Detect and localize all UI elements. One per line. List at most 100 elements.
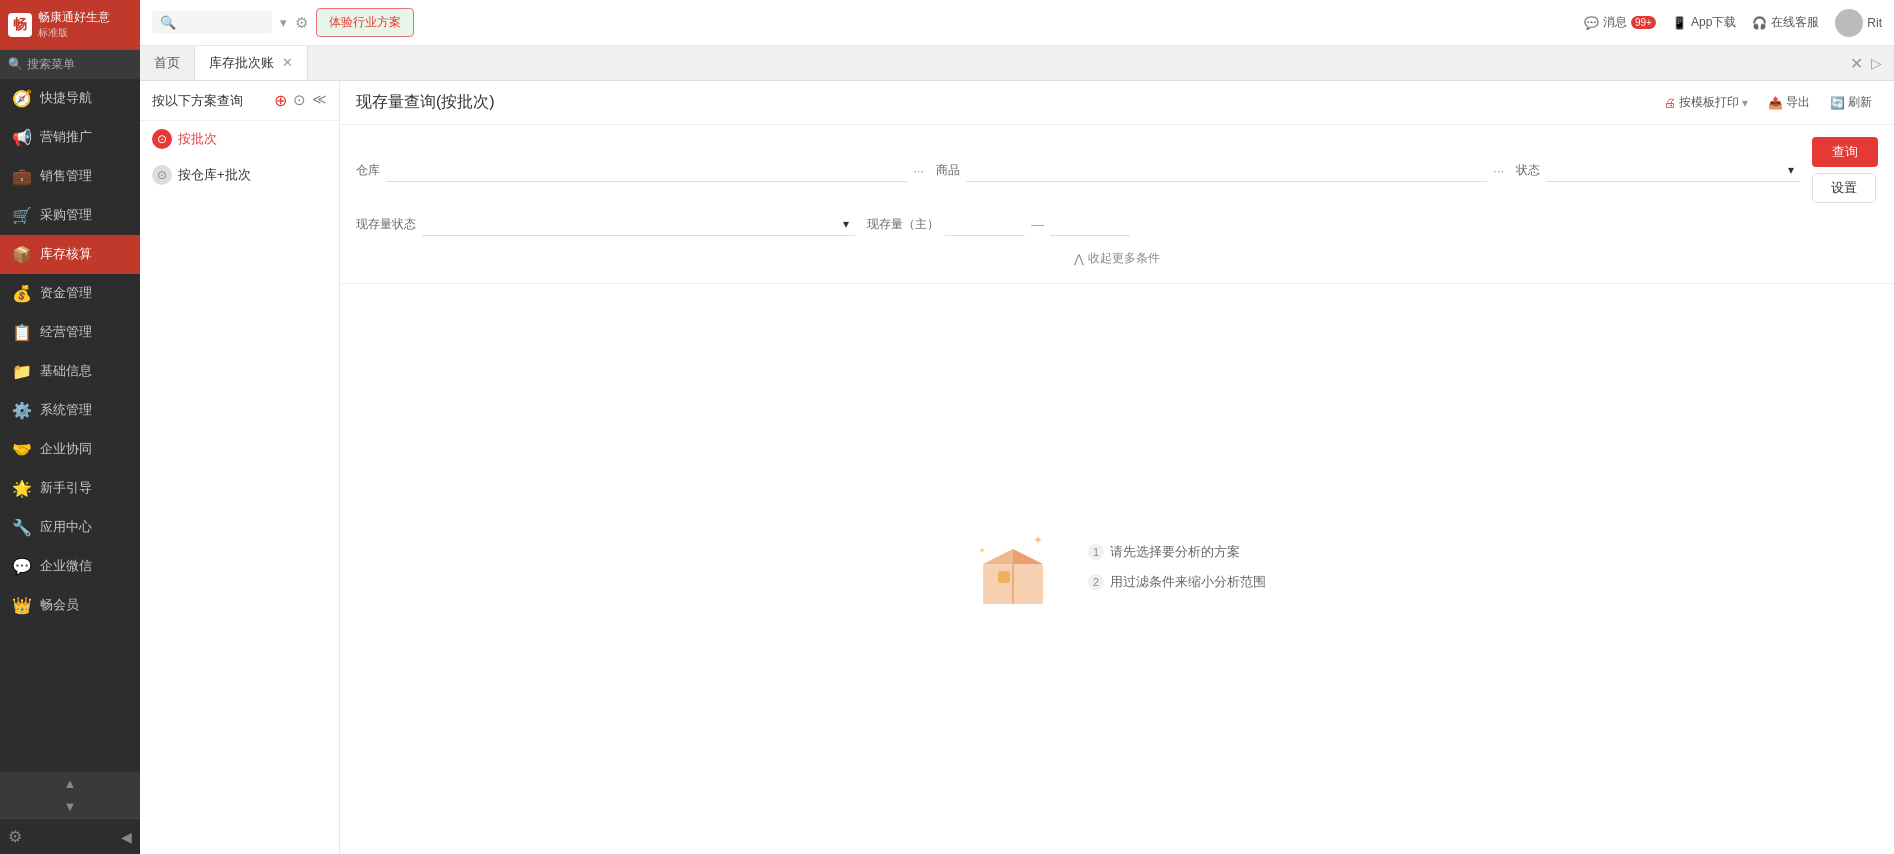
tab-area-expand-icon[interactable]: ▷ (1871, 55, 1882, 71)
left-panel: 按以下方案查询 ⊕ ⊙ ≪ ⊙ 按批次 ⊙ 按仓库+批次 (140, 81, 340, 854)
sidebar-scroll-down[interactable]: ▼ (0, 795, 140, 818)
empty-hint-2: 用过滤条件来缩小分析范围 (1110, 569, 1266, 595)
nav-label-appstore: 应用中心 (40, 518, 92, 536)
filter-area: 仓库 ··· 商品 ··· 状态 (340, 125, 1894, 284)
messages-btn[interactable]: 💬 消息 99+ (1584, 14, 1656, 31)
inventory-qty-min[interactable] (945, 213, 1025, 236)
export-btn[interactable]: 📤 导出 (1762, 91, 1816, 114)
tab-close-area: ✕ ▷ (1838, 54, 1894, 73)
page-header: 现存量查询(按批次) 🖨 按模板打印 ▾ 📤 导出 🔄 刷新 (340, 81, 1894, 125)
inventory-status-select[interactable]: ▾ (422, 213, 855, 236)
left-panel-title: 按以下方案查询 (152, 92, 243, 110)
left-panel-actions: ⊕ ⊙ ≪ (274, 91, 327, 110)
right-content: 现存量查询(按批次) 🖨 按模板打印 ▾ 📤 导出 🔄 刷新 (340, 81, 1894, 854)
app-download-btn[interactable]: 📱 App下载 (1672, 14, 1736, 31)
sidebar-footer: ⚙ ◀ (0, 818, 140, 854)
online-service-btn[interactable]: 🎧 在线客服 (1752, 14, 1819, 31)
warehouse-input[interactable] (386, 159, 907, 182)
tab-home-label: 首页 (154, 55, 180, 70)
warehouse-filter: 仓库 ··· (356, 159, 924, 182)
sidebar-item-basic[interactable]: 📁 基础信息 (0, 352, 140, 391)
topbar-settings-icon[interactable]: ⚙ (295, 14, 308, 32)
plan-settings-icon[interactable]: ⊙ (293, 91, 306, 110)
step-1-num: 1 (1088, 544, 1104, 560)
empty-hint-1: 请先选择要分析的方案 (1110, 539, 1240, 565)
collapse-panel-icon[interactable]: ≪ (312, 91, 327, 110)
product-input[interactable] (966, 159, 1487, 182)
refresh-icon: 🔄 (1830, 96, 1845, 110)
collapse-up-icon: ⋀ (1074, 252, 1084, 266)
nav-label-newbie: 新手引导 (40, 479, 92, 497)
sidebar-item-ops[interactable]: 📋 经营管理 (0, 313, 140, 352)
sidebar-item-newbie[interactable]: 🌟 新手引导 (0, 469, 140, 508)
sidebar-item-marketing[interactable]: 📢 营销推广 (0, 118, 140, 157)
product-label: 商品 (936, 162, 960, 179)
nav-icon-newbie: 🌟 (12, 479, 32, 498)
nav-icon-purchase: 🛒 (12, 206, 32, 225)
inventory-qty-max[interactable] (1050, 213, 1130, 236)
sidebar-item-appstore[interactable]: 🔧 应用中心 (0, 508, 140, 547)
inventory-status-label: 现存量状态 (356, 216, 416, 233)
plan-item-by-batch[interactable]: ⊙ 按批次 (140, 121, 339, 157)
tab-home[interactable]: 首页 (140, 46, 195, 80)
status-select[interactable]: ▾ (1546, 159, 1800, 182)
message-icon: 💬 (1584, 16, 1599, 30)
sidebar-scroll-up[interactable]: ▲ (0, 772, 140, 795)
nav-label-purchase: 采购管理 (40, 206, 92, 224)
sidebar-item-inventory[interactable]: 📦 库存核算 (0, 235, 140, 274)
nav-icon-quick-nav: 🧭 (12, 89, 32, 108)
user-name: Rit (1867, 16, 1882, 30)
warehouse-label: 仓库 (356, 162, 380, 179)
plan-item-by-warehouse-batch[interactable]: ⊙ 按仓库+批次 (140, 157, 339, 193)
sidebar-nav: 🧭 快捷导航 📢 营销推广 💼 销售管理 🛒 采购管理 📦 库存核算 💰 资金管… (0, 79, 140, 772)
nav-icon-corp: 🤝 (12, 440, 32, 459)
sidebar-item-finance[interactable]: 💰 资金管理 (0, 274, 140, 313)
plan-label-by-warehouse-batch: 按仓库+批次 (178, 166, 251, 184)
nav-label-inventory: 库存核算 (40, 245, 92, 263)
status-dropdown-icon: ▾ (1788, 163, 1794, 177)
print-btn[interactable]: 🖨 按模板打印 ▾ (1658, 91, 1754, 114)
sidebar-item-corp[interactable]: 🤝 企业协同 (0, 430, 140, 469)
sidebar-search[interactable]: 🔍 搜索菜单 (0, 50, 140, 79)
sidebar-item-member[interactable]: 👑 畅会员 (0, 586, 140, 625)
topbar-search-icon: 🔍 (160, 15, 176, 30)
sidebar-item-wechat[interactable]: 💬 企业微信 (0, 547, 140, 586)
empty-state: ✦ ✦ 1 请先选择要分析的方案 2 用过滤条件来缩小分析范围 (340, 284, 1894, 854)
inventory-status-filter: 现存量状态 ▾ (356, 213, 855, 236)
nav-icon-marketing: 📢 (12, 128, 32, 147)
nav-label-wechat: 企业微信 (40, 557, 92, 575)
sidebar-item-quick-nav[interactable]: 🧭 快捷导航 (0, 79, 140, 118)
tab-area-close-icon[interactable]: ✕ (1850, 54, 1863, 73)
product-dots[interactable]: ··· (1493, 163, 1504, 178)
topbar-dropdown-icon[interactable]: ▾ (280, 15, 287, 30)
header-actions: 🖨 按模板打印 ▾ 📤 导出 🔄 刷新 (1658, 91, 1878, 114)
inventory-qty-label: 现存量（主） (867, 216, 939, 233)
settings-icon[interactable]: ⚙ (8, 827, 22, 846)
topbar: 🔍 ▾ ⚙ 体验行业方案 💬 消息 99+ 📱 App下载 🎧 在线客服 (140, 0, 1894, 46)
refresh-btn[interactable]: 🔄 刷新 (1824, 91, 1878, 114)
tab-batch-inventory[interactable]: 库存批次账 ✕ (195, 46, 308, 80)
print-label: 按模板打印 (1679, 94, 1739, 111)
svg-rect-5 (998, 571, 1010, 583)
topbar-search-box[interactable]: 🔍 (152, 11, 272, 34)
sidebar-item-purchase[interactable]: 🛒 采购管理 (0, 196, 140, 235)
print-dropdown-icon[interactable]: ▾ (1742, 96, 1748, 110)
warehouse-dots[interactable]: ··· (913, 163, 924, 178)
empty-icon: ✦ ✦ (968, 519, 1068, 619)
action-buttons: 查询 设置 (1812, 137, 1878, 203)
plan-icon-by-batch: ⊙ (152, 129, 172, 149)
add-plan-icon[interactable]: ⊕ (274, 91, 287, 110)
collapse-sidebar-icon[interactable]: ◀ (121, 829, 132, 845)
nav-icon-inventory: 📦 (12, 245, 32, 264)
sidebar-item-sales[interactable]: 💼 销售管理 (0, 157, 140, 196)
sidebar-item-system[interactable]: ⚙️ 系统管理 (0, 391, 140, 430)
user-profile-btn[interactable]: Rit (1835, 9, 1882, 37)
phone-icon: 📱 (1672, 16, 1687, 30)
trial-btn[interactable]: 体验行业方案 (316, 8, 414, 37)
settings-button[interactable]: 设置 (1812, 173, 1876, 203)
collapse-more-btn[interactable]: ⋀ 收起更多条件 (356, 246, 1878, 271)
tab-close-icon[interactable]: ✕ (282, 55, 293, 70)
query-button[interactable]: 查询 (1812, 137, 1878, 167)
nav-label-quick-nav: 快捷导航 (40, 89, 92, 107)
sidebar-header: 畅 畅康通好生意 标准版 (0, 0, 140, 50)
